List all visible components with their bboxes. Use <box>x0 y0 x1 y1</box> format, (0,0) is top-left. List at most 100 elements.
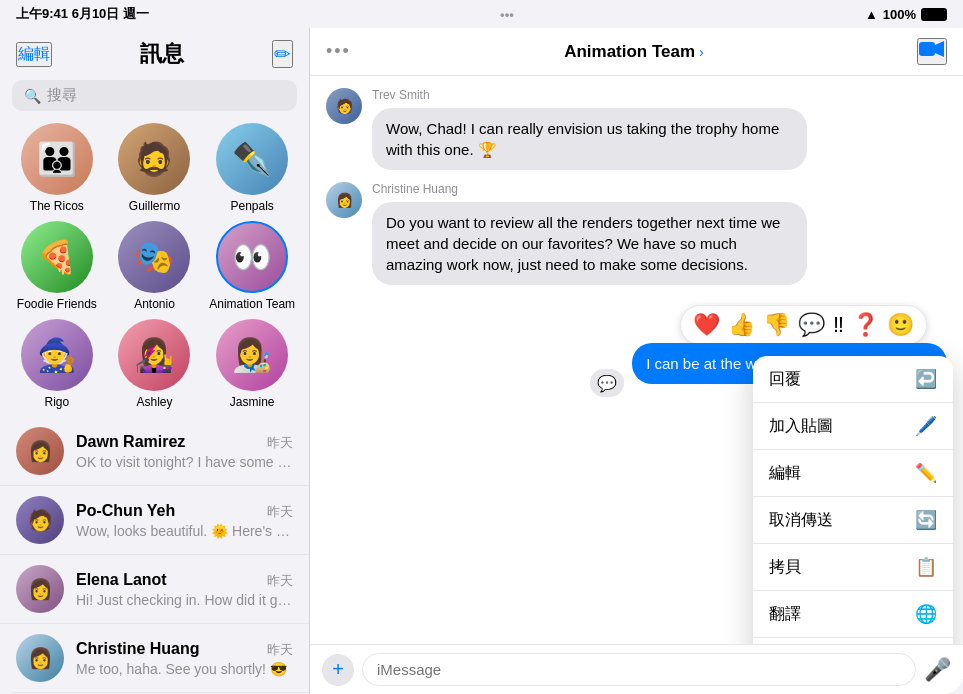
tapback-bar: ❤️ 👍 👎 💬 ‼️ ❓ 🙂 <box>680 305 927 345</box>
context-copy-label: 拷貝 <box>769 557 801 578</box>
message-list-item-dawn[interactable]: 👩 Dawn Ramirez 昨天 OK to visit tonight? I… <box>0 417 309 486</box>
context-menu-reply[interactable]: 回覆 ↩️ <box>753 356 953 403</box>
context-translate-icon: 🌐 <box>915 603 937 625</box>
avatar-item-ashley[interactable]: 👩‍🎤 Ashley <box>110 319 200 409</box>
avatar-circle-guillermo: 🧔 <box>118 123 190 195</box>
tapback-question[interactable]: ❓ <box>852 312 879 338</box>
avatar-item-penpals[interactable]: ✒️ Penpals <box>207 123 297 213</box>
msg-avatar-dawn: 👩 <box>16 427 64 475</box>
avatar-item-jasmine[interactable]: 👩‍🎨 Jasmine <box>207 319 297 409</box>
context-sticker-icon: 🖊️ <box>915 415 937 437</box>
avatar-circle-ashley: 👩‍🎤 <box>118 319 190 391</box>
context-menu: 回覆 ↩️ 加入貼圖 🖊️ 編輯 ✏️ 取消傳送 🔄 拷貝 📋 <box>753 356 953 644</box>
msg-name-christine: Christine Huang <box>76 640 200 658</box>
msg-bubble-group-trev: Trev Smith Wow, Chad! I can really envis… <box>372 88 807 170</box>
tapback-smile[interactable]: 🙂 <box>887 312 914 338</box>
message-list-item-pochun[interactable]: 🧑 Po-Chun Yeh 昨天 Wow, looks beautiful. 🌞… <box>0 486 309 555</box>
context-menu-unsend[interactable]: 取消傳送 🔄 <box>753 497 953 544</box>
msg-preview-pochun: Wow, looks beautiful. 🌞 Here's a photo o… <box>76 523 293 539</box>
edit-button[interactable]: 編輯 <box>16 42 52 67</box>
avatar-circle-foodie: 🍕 <box>21 221 93 293</box>
message-list-item-christine[interactable]: 👩 Christine Huang 昨天 Me too, haha. See y… <box>0 624 309 693</box>
message-list-item-elena[interactable]: 👩 Elena Lanot 昨天 Hi! Just checking in. H… <box>0 555 309 624</box>
msg-time-pochun: 昨天 <box>267 503 293 521</box>
context-reply-icon: ↩️ <box>915 368 937 390</box>
sidebar: 編輯 訊息 ✏ 🔍 搜尋 👪 The Ricos 🧔 Guillermo ✒️ … <box>0 28 310 694</box>
avatar-label-penpals: Penpals <box>230 199 273 213</box>
avatar-item-animation[interactable]: 👀 Animation Team <box>207 221 297 311</box>
compose-button[interactable]: ✏ <box>272 40 293 68</box>
context-menu-sticker[interactable]: 加入貼圖 🖊️ <box>753 403 953 450</box>
msg-name-row-pochun: Po-Chun Yeh 昨天 <box>76 502 293 521</box>
msg-avatar-trev: 🧑 <box>326 88 362 124</box>
avatar-label-ashley: Ashley <box>136 395 172 409</box>
status-time: 上午9:41 6月10日 週一 <box>16 5 149 23</box>
msg-bubble-christine: Do you want to review all the renders to… <box>372 202 807 285</box>
avatar-grid: 👪 The Ricos 🧔 Guillermo ✒️ Penpals 🍕 Foo… <box>0 119 309 417</box>
tapback-thumbsdown[interactable]: 👎 <box>763 312 790 338</box>
tapback-heart[interactable]: ❤️ <box>693 312 720 338</box>
context-menu-more[interactable]: 更多… 😊 <box>753 638 953 644</box>
msg-name-elena: Elena Lanot <box>76 571 167 589</box>
tapback-balloon[interactable]: 💬 <box>798 312 825 338</box>
msg-avatar-pochun: 🧑 <box>16 496 64 544</box>
avatar-label-foodie: Foodie Friends <box>17 297 97 311</box>
context-unsend-icon: 🔄 <box>915 509 937 531</box>
tapback-thumbsup[interactable]: 👍 <box>728 312 755 338</box>
avatar-item-rigo[interactable]: 🧙 Rigo <box>12 319 102 409</box>
avatar-circle-ricos: 👪 <box>21 123 93 195</box>
msg-name-row-dawn: Dawn Ramirez 昨天 <box>76 433 293 452</box>
msg-content-pochun: Po-Chun Yeh 昨天 Wow, looks beautiful. 🌞 H… <box>76 502 293 539</box>
battery-icon: 100% <box>883 7 916 22</box>
avatar-item-foodie[interactable]: 🍕 Foodie Friends <box>12 221 102 311</box>
context-reply-label: 回覆 <box>769 369 801 390</box>
chat-header: ••• Animation Team › <box>310 28 963 76</box>
msg-name-pochun: Po-Chun Yeh <box>76 502 175 520</box>
avatar-circle-animation: 👀 <box>216 221 288 293</box>
msg-time-dawn: 昨天 <box>267 434 293 452</box>
message-input[interactable] <box>362 653 916 686</box>
avatar-item-ricos[interactable]: 👪 The Ricos <box>12 123 102 213</box>
svg-marker-1 <box>935 41 944 57</box>
typing-indicator: 💬 <box>590 369 624 397</box>
avatar-item-guillermo[interactable]: 🧔 Guillermo <box>110 123 200 213</box>
context-menu-edit[interactable]: 編輯 ✏️ <box>753 450 953 497</box>
sidebar-header: 編輯 訊息 ✏ <box>0 28 309 76</box>
chat-messages: 🧑 Trev Smith Wow, Chad! I can really env… <box>310 76 963 644</box>
svg-rect-0 <box>919 42 935 56</box>
mic-button[interactable]: 🎤 <box>924 657 951 683</box>
context-copy-icon: 📋 <box>915 556 937 578</box>
search-placeholder: 搜尋 <box>47 86 77 105</box>
search-bar[interactable]: 🔍 搜尋 <box>12 80 297 111</box>
msg-sender-christine: Christine Huang <box>372 182 807 196</box>
video-call-button[interactable] <box>917 38 947 65</box>
tapback-exclamation[interactable]: ‼️ <box>833 312 844 338</box>
avatar-circle-rigo: 🧙 <box>21 319 93 391</box>
msg-time-christine: 昨天 <box>267 641 293 659</box>
msg-avatar-elena: 👩 <box>16 565 64 613</box>
context-edit-icon: ✏️ <box>915 462 937 484</box>
msg-content-dawn: Dawn Ramirez 昨天 OK to visit tonight? I h… <box>76 433 293 470</box>
status-indicators: ▲ 100% <box>865 7 947 22</box>
chat-header-dots-icon: ••• <box>326 41 351 62</box>
avatar-item-antonio[interactable]: 🎭 Antonio <box>110 221 200 311</box>
msg-name-dawn: Dawn Ramirez <box>76 433 185 451</box>
msg-content-elena: Elena Lanot 昨天 Hi! Just checking in. How… <box>76 571 293 608</box>
msg-name-row-elena: Elena Lanot 昨天 <box>76 571 293 590</box>
sidebar-title: 訊息 <box>52 39 272 69</box>
chat-title-area[interactable]: Animation Team › <box>564 42 704 62</box>
avatar-circle-antonio: 🎭 <box>118 221 190 293</box>
add-attachment-button[interactable]: + <box>322 654 354 686</box>
message-group-christine: 👩 Christine Huang Do you want to review … <box>326 182 947 285</box>
status-dots: ••• <box>500 7 514 22</box>
avatar-label-ricos: The Ricos <box>30 199 84 213</box>
msg-bubble-trev: Wow, Chad! I can really envision us taki… <box>372 108 807 170</box>
chat-panel: ••• Animation Team › 🧑 Trev Smith Wow, C… <box>310 28 963 694</box>
msg-preview-christine: Me too, haha. See you shortly! 😎 <box>76 661 293 677</box>
context-menu-translate[interactable]: 翻譯 🌐 <box>753 591 953 638</box>
battery-bar <box>921 8 947 21</box>
context-menu-copy[interactable]: 拷貝 📋 <box>753 544 953 591</box>
msg-name-row-christine: Christine Huang 昨天 <box>76 640 293 659</box>
status-bar: 上午9:41 6月10日 週一 ••• ▲ 100% <box>0 0 963 28</box>
chat-title: Animation Team <box>564 42 695 62</box>
